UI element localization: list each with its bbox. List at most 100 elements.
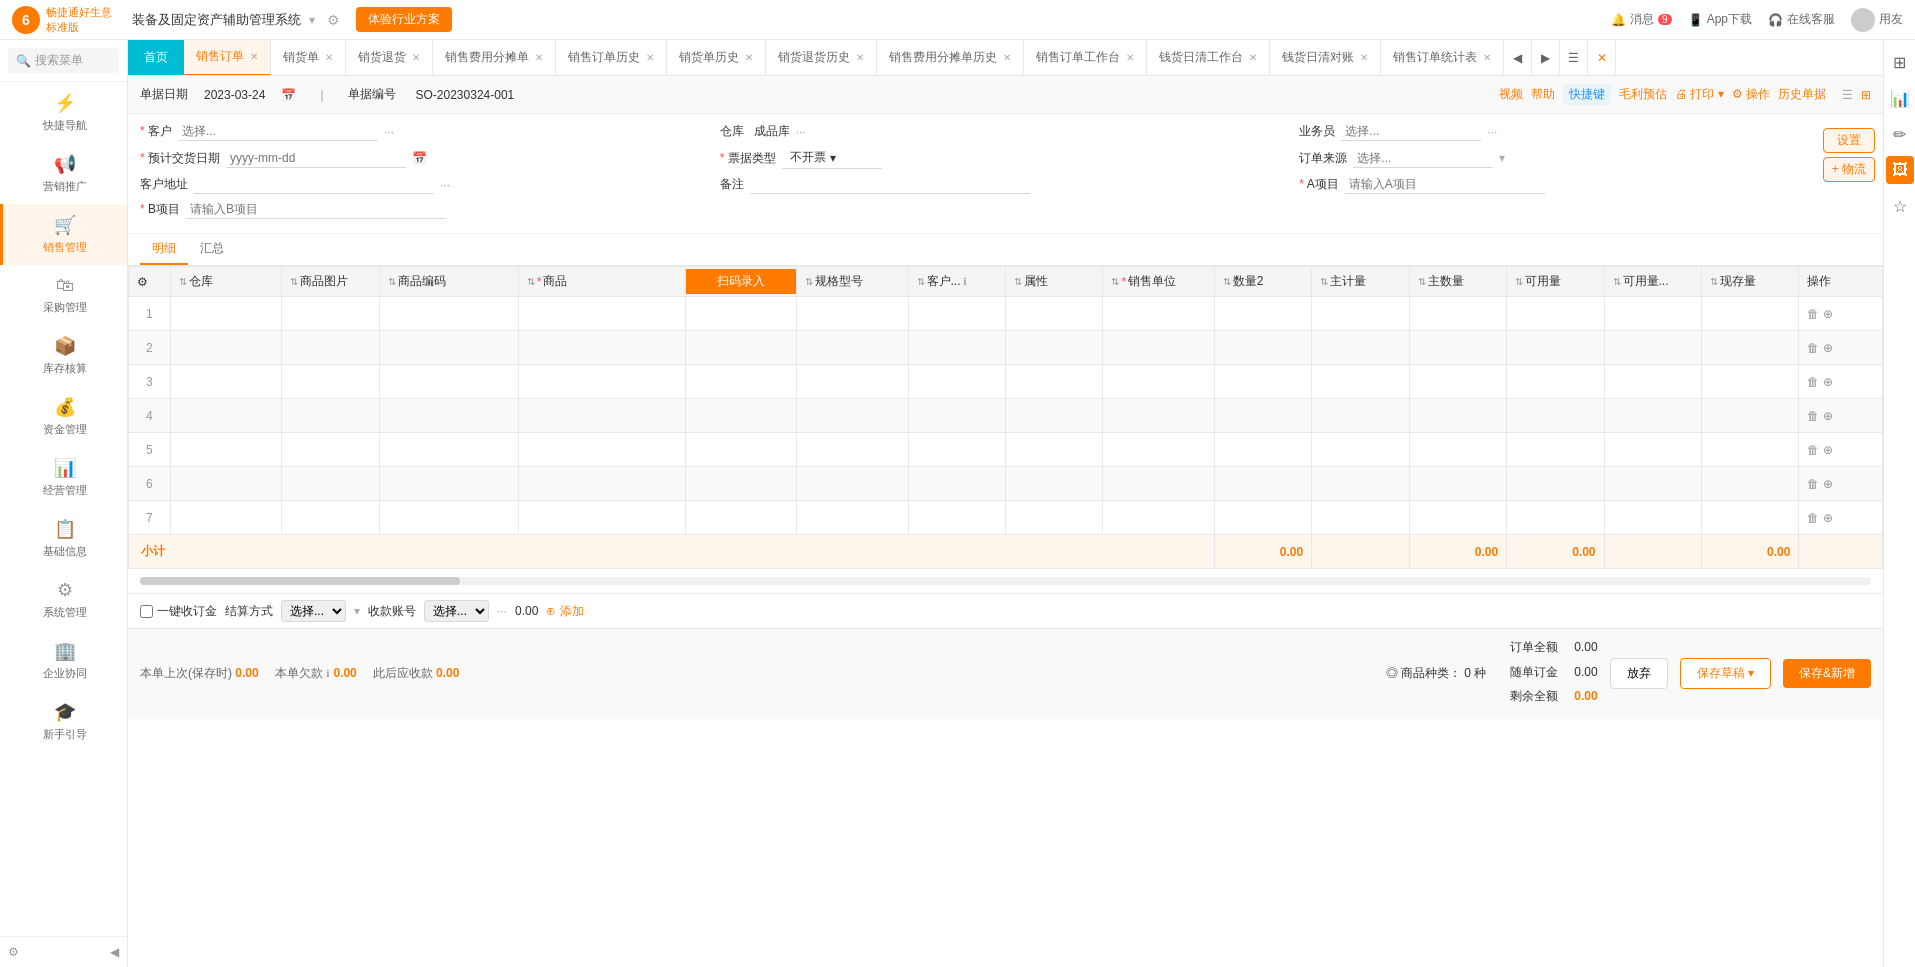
cell-qty2[interactable] xyxy=(1214,297,1311,331)
cell-product-img[interactable] xyxy=(282,297,379,331)
cell-warehouse[interactable] xyxy=(170,365,281,399)
cell-spec[interactable] xyxy=(797,467,908,501)
cell-product[interactable] xyxy=(518,433,685,467)
right-panel-table-icon[interactable]: ⊞ xyxy=(1886,48,1914,76)
notification-button[interactable]: 🔔 消息 9 xyxy=(1611,11,1672,28)
cell-available[interactable] xyxy=(1507,467,1604,501)
cell-product[interactable] xyxy=(518,501,685,535)
sidebar-item-purchase[interactable]: 🛍 采购管理 xyxy=(0,265,127,325)
b-project-input[interactable] xyxy=(186,200,446,219)
cell-product-code[interactable] xyxy=(379,365,518,399)
cell-customer[interactable] xyxy=(908,365,1005,399)
sidebar-item-sales[interactable]: 🛒 销售管理 xyxy=(0,204,127,265)
cell-current-stock[interactable] xyxy=(1701,365,1798,399)
row-copy-icon[interactable]: ⊕ xyxy=(1823,511,1833,525)
tab-sales-expense[interactable]: 销售费用分摊单 ✕ xyxy=(433,40,556,76)
cell-attributes[interactable] xyxy=(1005,365,1102,399)
solution-button[interactable]: 体验行业方案 xyxy=(356,7,452,32)
cell-product-code[interactable] xyxy=(379,433,518,467)
cell-main-qty[interactable] xyxy=(1409,467,1506,501)
cell-main-measure[interactable] xyxy=(1312,467,1409,501)
cell-scan[interactable] xyxy=(685,433,796,467)
help-button[interactable]: 帮助 xyxy=(1531,86,1555,103)
cell-attributes[interactable] xyxy=(1005,433,1102,467)
sidebar-item-marketing[interactable]: 📢 营销推广 xyxy=(0,143,127,204)
right-panel-chart-icon[interactable]: 📊 xyxy=(1886,84,1914,112)
cell-attributes[interactable] xyxy=(1005,467,1102,501)
cell-available[interactable] xyxy=(1507,365,1604,399)
cell-warehouse[interactable] xyxy=(170,501,281,535)
row-delete-icon[interactable]: 🗑 xyxy=(1807,511,1819,525)
cell-main-measure[interactable] xyxy=(1312,501,1409,535)
save-draft-button[interactable]: 保存草稿 ▾ xyxy=(1680,658,1771,689)
tab-close-icon[interactable]: ✕ xyxy=(412,52,420,63)
detail-tab-details[interactable]: 明细 xyxy=(140,234,188,265)
right-panel-image-icon[interactable]: 🖼 xyxy=(1886,156,1914,184)
cell-warehouse[interactable] xyxy=(170,467,281,501)
tab-sales-return[interactable]: 销货退货 ✕ xyxy=(346,40,433,76)
cell-product-img[interactable] xyxy=(282,433,379,467)
row-delete-icon[interactable]: 🗑 xyxy=(1807,477,1819,491)
cell-spec[interactable] xyxy=(797,501,908,535)
col-scan[interactable]: 扫码录入 xyxy=(685,267,796,297)
cell-spec[interactable] xyxy=(797,331,908,365)
sidebar-collapse-icon[interactable]: ◀ xyxy=(110,945,119,959)
bank-no-select[interactable]: 选择... xyxy=(424,600,489,622)
view-video-button[interactable]: 视频 xyxy=(1499,86,1523,103)
sidebar-item-basic[interactable]: 📋 基础信息 xyxy=(0,508,127,569)
tab-order-workbench[interactable]: 销售订单工作台 ✕ xyxy=(1024,40,1147,76)
tab-return-history[interactable]: 销货退货历史 ✕ xyxy=(766,40,877,76)
sidebar-settings-icon[interactable]: ⚙ xyxy=(8,945,19,959)
cell-spec[interactable] xyxy=(797,433,908,467)
cell-customer[interactable] xyxy=(908,331,1005,365)
cell-spec[interactable] xyxy=(797,399,908,433)
cell-sales-unit[interactable] xyxy=(1103,365,1214,399)
bank-dots-icon[interactable]: ··· xyxy=(497,604,507,618)
invoice-type-select[interactable]: 不开票 ▾ xyxy=(782,147,882,169)
cell-available[interactable] xyxy=(1507,331,1604,365)
cell-main-qty[interactable] xyxy=(1409,433,1506,467)
tab-sales-order[interactable]: 销售订单 ✕ xyxy=(184,40,271,76)
staff-dots-icon[interactable]: ··· xyxy=(1487,125,1497,139)
sidebar-item-operations[interactable]: 📊 经营管理 xyxy=(0,447,127,508)
cell-main-measure[interactable] xyxy=(1312,331,1409,365)
cell-available2[interactable] xyxy=(1604,297,1701,331)
customer-input[interactable] xyxy=(178,122,378,141)
row-copy-icon[interactable]: ⊕ xyxy=(1823,443,1833,457)
sidebar-item-quick-nav[interactable]: ⚡ 快捷导航 xyxy=(0,82,127,143)
sidebar-search[interactable]: 🔍 搜索菜单 xyxy=(0,40,127,82)
cell-attributes[interactable] xyxy=(1005,331,1102,365)
cell-ops[interactable]: 🗑 ⊕ xyxy=(1799,501,1883,535)
user-menu[interactable]: 用友 xyxy=(1851,8,1903,32)
cell-spec[interactable] xyxy=(797,365,908,399)
cell-available[interactable] xyxy=(1507,297,1604,331)
cell-product-code[interactable] xyxy=(379,399,518,433)
tab-close-icon[interactable]: ✕ xyxy=(1360,52,1368,63)
cell-customer[interactable] xyxy=(908,297,1005,331)
tab-close-icon[interactable]: ✕ xyxy=(250,51,258,62)
cell-product-img[interactable] xyxy=(282,467,379,501)
cell-scan[interactable] xyxy=(685,399,796,433)
row-delete-icon[interactable]: 🗑 xyxy=(1807,307,1819,321)
tab-order-history[interactable]: 销售订单历史 ✕ xyxy=(556,40,667,76)
cell-available[interactable] xyxy=(1507,433,1604,467)
cell-product-code[interactable] xyxy=(379,331,518,365)
row-delete-icon[interactable]: 🗑 xyxy=(1807,409,1819,423)
cell-product-code[interactable] xyxy=(379,467,518,501)
cell-customer[interactable] xyxy=(908,433,1005,467)
tab-daily-workbench[interactable]: 钱货日清工作台 ✕ xyxy=(1147,40,1270,76)
tab-daily-reconcile[interactable]: 钱货日清对账 ✕ xyxy=(1270,40,1381,76)
shortcuts-button[interactable]: 快捷键 xyxy=(1563,84,1611,105)
sidebar-item-system[interactable]: ⚙ 系统管理 xyxy=(0,569,127,630)
tab-sales-invoice[interactable]: 销货单 ✕ xyxy=(271,40,346,76)
cell-product[interactable] xyxy=(518,297,685,331)
cell-main-qty[interactable] xyxy=(1409,297,1506,331)
cell-ops[interactable]: 🗑 ⊕ xyxy=(1799,433,1883,467)
cell-qty2[interactable] xyxy=(1214,399,1311,433)
calendar-icon[interactable]: 📅 xyxy=(281,88,296,102)
cell-sales-unit[interactable] xyxy=(1103,297,1214,331)
cell-warehouse[interactable] xyxy=(170,297,281,331)
cell-qty2[interactable] xyxy=(1214,331,1311,365)
cell-customer[interactable] xyxy=(908,467,1005,501)
remarks-input[interactable] xyxy=(750,175,1030,194)
